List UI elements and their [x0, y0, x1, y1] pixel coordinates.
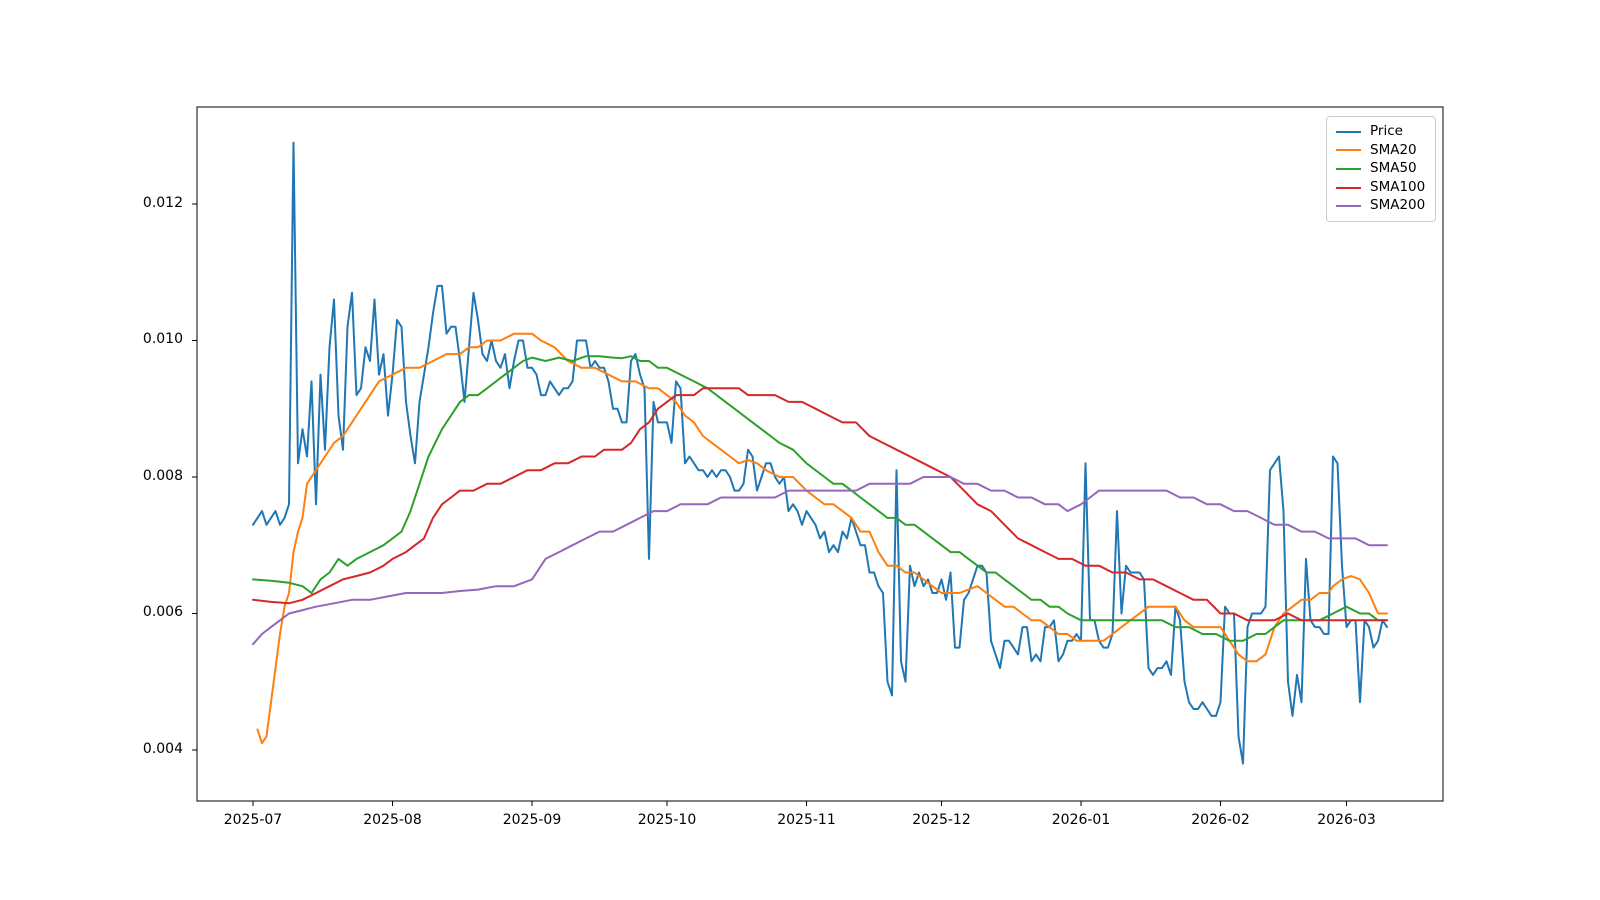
series-line-price [252, 141, 1388, 765]
x-tick-label: 2025-07 [223, 812, 283, 828]
y-tick-label: 0.012 [142, 194, 183, 211]
x-tick-label: 2025-10 [637, 812, 697, 828]
x-tick-label: 2025-09 [502, 812, 562, 828]
legend-label: SMA50 [1370, 160, 1417, 177]
x-tick-label: 2026-02 [1191, 812, 1250, 828]
figure: Price SMA20 SMA50 SMA100 SMA200 2025-07 2025-… [0, 0, 1600, 900]
legend-entry-sma200: SMA200 [1336, 199, 1426, 213]
y-tick-label: 0.004 [142, 740, 183, 757]
series-line-sma50 [252, 355, 1388, 642]
legend-line-swatch [1336, 149, 1361, 152]
y-tick-label: 0.006 [142, 604, 183, 621]
legend: Price SMA20 SMA50 SMA100 SMA200 [1326, 116, 1436, 222]
x-tick-label: 2026-03 [1317, 812, 1376, 828]
y-tick-label: 0.008 [142, 467, 183, 484]
legend-line-swatch [1336, 205, 1361, 208]
legend-entry-sma100: SMA100 [1336, 178, 1426, 195]
legend-entry-sma50: SMA50 [1336, 162, 1426, 176]
legend-entry-price: Price [1336, 125, 1426, 139]
legend-label: SMA200 [1370, 197, 1426, 214]
legend-label: SMA100 [1370, 178, 1426, 195]
x-tick-label: 2025-11 [777, 812, 836, 828]
legend-entry-sma20: SMA20 [1336, 141, 1426, 158]
legend-line-swatch [1336, 186, 1361, 189]
series-line-sma20 [256, 332, 1388, 745]
legend-line-swatch [1336, 130, 1361, 133]
plot-border [196, 106, 1444, 802]
x-tick-label: 2026-01 [1051, 812, 1111, 828]
legend-line-swatch [1336, 167, 1361, 170]
x-tick-label: 2025-08 [363, 812, 422, 828]
y-tick-label: 0.010 [142, 331, 183, 348]
x-tick-label: 2025-12 [912, 812, 971, 828]
legend-label: Price [1370, 123, 1403, 140]
legend-label: SMA20 [1370, 141, 1417, 158]
